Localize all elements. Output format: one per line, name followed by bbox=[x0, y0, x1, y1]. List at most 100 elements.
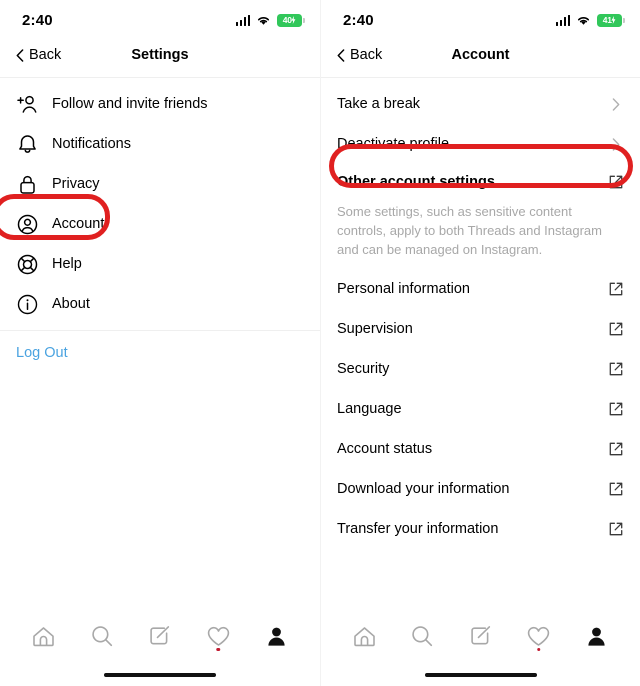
profile-icon bbox=[268, 627, 285, 646]
external-link-icon bbox=[608, 361, 624, 377]
account-item-transfer-your-information[interactable]: Transfer your information bbox=[321, 509, 640, 549]
tab-home[interactable] bbox=[14, 608, 72, 664]
account-item-label: Supervision bbox=[337, 321, 413, 337]
account-item-label: Download your information bbox=[337, 481, 510, 497]
settings-list: Follow and invite friends Notifications bbox=[0, 78, 320, 608]
status-bar: 2:40 41 bbox=[321, 0, 640, 40]
status-indicators: 40 bbox=[235, 13, 305, 27]
lock-icon bbox=[16, 173, 38, 195]
account-item-take-a-break[interactable]: Take a break bbox=[321, 84, 640, 124]
settings-item-privacy[interactable]: Privacy bbox=[0, 164, 320, 204]
compose-icon bbox=[470, 626, 490, 645]
account-item-personal-information[interactable]: Personal information bbox=[321, 269, 640, 309]
tab-profile[interactable] bbox=[568, 608, 626, 664]
external-link-icon bbox=[608, 174, 624, 190]
external-link-icon bbox=[608, 441, 624, 457]
tab-search[interactable] bbox=[393, 608, 451, 664]
settings-item-label: About bbox=[52, 296, 90, 312]
settings-item-notifications[interactable]: Notifications bbox=[0, 124, 320, 164]
settings-item-label: Help bbox=[52, 256, 82, 272]
settings-screen: 2:40 40 Back Settings Follow and invite … bbox=[0, 0, 320, 686]
status-clock: 2:40 bbox=[22, 11, 53, 29]
account-item-label: Personal information bbox=[337, 281, 470, 297]
account-item-label: Transfer your information bbox=[337, 521, 499, 537]
activity-badge-dot bbox=[536, 647, 541, 651]
status-bar: 2:40 40 bbox=[0, 0, 320, 40]
back-label: Back bbox=[29, 47, 62, 63]
status-clock: 2:40 bbox=[343, 11, 374, 29]
external-link-icon bbox=[608, 321, 624, 337]
external-link-icon bbox=[608, 521, 624, 537]
tab-search[interactable] bbox=[72, 608, 130, 664]
tab-activity[interactable] bbox=[189, 608, 247, 664]
chevron-right-icon bbox=[608, 136, 624, 152]
account-item-download-your-information[interactable]: Download your information bbox=[321, 469, 640, 509]
wifi-icon bbox=[257, 16, 270, 25]
home-indicator bbox=[0, 664, 320, 686]
home-indicator bbox=[321, 664, 640, 686]
account-circle-icon bbox=[16, 213, 38, 235]
person-add-icon bbox=[16, 93, 38, 115]
settings-item-about[interactable]: About bbox=[0, 284, 320, 324]
section-header-other-account-settings[interactable]: Other account settings bbox=[321, 164, 640, 200]
back-label: Back bbox=[350, 47, 383, 63]
account-item-label: Deactivate profile bbox=[337, 136, 450, 152]
account-item-label: Take a break bbox=[337, 96, 421, 112]
external-link-icon bbox=[608, 401, 624, 417]
section-title: Other account settings bbox=[337, 174, 495, 190]
cellular-signal-icon bbox=[235, 14, 250, 26]
heart-activity-icon bbox=[528, 626, 550, 646]
cellular-signal-icon bbox=[555, 14, 570, 26]
profile-icon bbox=[588, 627, 606, 646]
tab-activity[interactable] bbox=[510, 608, 568, 664]
activity-badge-dot bbox=[216, 647, 221, 651]
chevron-left-icon bbox=[337, 48, 345, 62]
status-indicators: 41 bbox=[555, 13, 625, 27]
search-icon bbox=[91, 626, 112, 647]
nav-bar: Back Settings bbox=[0, 40, 320, 70]
battery-charging-icon: 41 bbox=[597, 13, 625, 27]
account-item-security[interactable]: Security bbox=[321, 349, 640, 389]
battery-charging-icon: 40 bbox=[277, 13, 305, 27]
settings-item-label: Notifications bbox=[52, 136, 131, 152]
log-out-button[interactable]: Log Out bbox=[0, 337, 320, 369]
home-icon bbox=[32, 627, 54, 647]
wifi-icon bbox=[577, 16, 590, 25]
account-list: Take a break Deactivate profile Other ac… bbox=[321, 78, 640, 608]
bottom-tab-bar bbox=[0, 608, 320, 664]
external-link-icon bbox=[608, 481, 624, 497]
tab-compose[interactable] bbox=[131, 608, 189, 664]
settings-item-account[interactable]: Account bbox=[0, 204, 320, 244]
settings-item-label: Account bbox=[52, 216, 105, 232]
chevron-right-icon bbox=[608, 96, 624, 112]
nav-bar: Back Account bbox=[321, 40, 640, 70]
account-item-label: Language bbox=[337, 401, 402, 417]
account-screen: 2:40 41 Back Account Take a break Deacti… bbox=[320, 0, 640, 686]
settings-item-follow-and-invite-friends[interactable]: Follow and invite friends bbox=[0, 84, 320, 124]
chevron-left-icon bbox=[16, 48, 24, 62]
tab-home[interactable] bbox=[335, 608, 393, 664]
home-icon bbox=[353, 627, 375, 647]
back-button[interactable]: Back bbox=[16, 47, 61, 63]
bottom-tab-bar bbox=[321, 608, 640, 664]
tab-profile[interactable] bbox=[248, 608, 306, 664]
settings-item-label: Follow and invite friends bbox=[52, 96, 208, 112]
dual-screenshot-container: 2:40 40 Back Settings Follow and invite … bbox=[0, 0, 640, 686]
account-item-deactivate-profile[interactable]: Deactivate profile bbox=[321, 124, 640, 164]
settings-item-help[interactable]: Help bbox=[0, 244, 320, 284]
info-circle-icon bbox=[16, 293, 38, 315]
search-icon bbox=[412, 626, 433, 647]
account-item-supervision[interactable]: Supervision bbox=[321, 309, 640, 349]
account-item-label: Security bbox=[337, 361, 390, 377]
account-item-language[interactable]: Language bbox=[321, 389, 640, 429]
settings-item-label: Privacy bbox=[52, 176, 100, 192]
external-link-icon bbox=[608, 281, 624, 297]
account-item-account-status[interactable]: Account status bbox=[321, 429, 640, 469]
tab-compose[interactable] bbox=[451, 608, 509, 664]
back-button[interactable]: Back bbox=[337, 47, 382, 63]
heart-activity-icon bbox=[207, 626, 230, 646]
bell-icon bbox=[16, 133, 38, 155]
section-description: Some settings, such as sensitive content… bbox=[337, 204, 602, 257]
account-item-label: Account status bbox=[337, 441, 433, 457]
list-divider bbox=[0, 330, 320, 331]
